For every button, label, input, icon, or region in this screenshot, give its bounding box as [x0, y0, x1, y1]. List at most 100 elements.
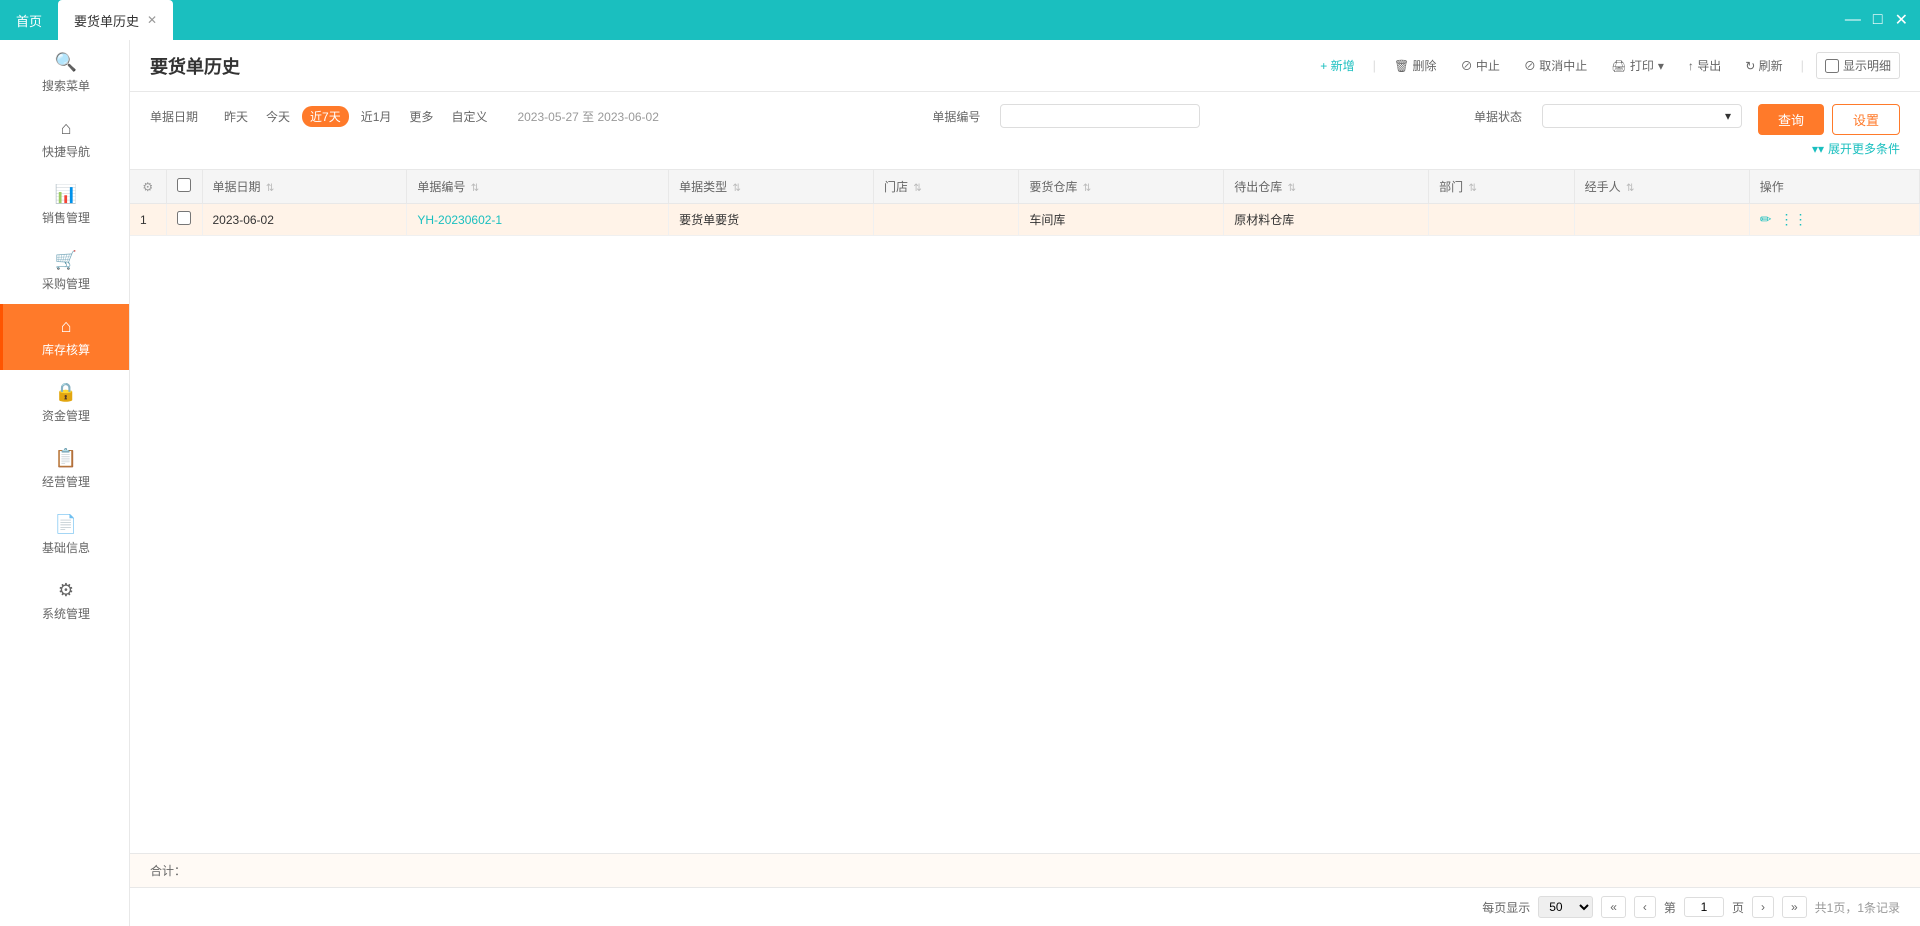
date-range-text: 2023-05-27 至 2023-06-02 [517, 108, 658, 125]
setting-button[interactable]: 设置 [1832, 104, 1900, 135]
row-actions: ✏ ⋮⋮ [1749, 204, 1919, 236]
shortcut-yesterday[interactable]: 昨天 [218, 106, 254, 127]
tab-close-icon[interactable]: ✕ [147, 13, 157, 27]
order-no-input[interactable] [1000, 104, 1200, 128]
row-order-no: YH-20230602-1 [407, 204, 669, 236]
shortcut-more[interactable]: 更多 [403, 106, 439, 127]
minimize-icon[interactable]: — [1845, 11, 1861, 29]
more-icon[interactable]: ⋮⋮ [1779, 211, 1807, 228]
top-bar: 首页 要货单历史 ✕ — □ ✕ [0, 0, 1920, 40]
print-button[interactable]: 🖨 打印 ▾ [1605, 53, 1670, 78]
sort-department-icon[interactable]: ⇅ [1469, 183, 1477, 194]
sort-order-type-icon[interactable]: ⇅ [732, 183, 740, 194]
row-req-warehouse: 车间库 [1019, 204, 1224, 236]
col-action: 操作 [1749, 170, 1919, 204]
status-select[interactable]: ▾ [1542, 104, 1742, 128]
sort-req-warehouse-icon[interactable]: ⇅ [1083, 183, 1091, 194]
content-area: 要货单历史 + 新增 | 🗑 删除 ⊘ 中止 ⊘ 取消中止 🖨 打印 ▾ ↑ 导… [130, 40, 1920, 926]
date-filter-label: 单据日期 [150, 108, 198, 125]
col-order-no: 单据编号 ⇅ [407, 170, 669, 204]
sidebar-item-purchase-label: 采购管理 [42, 275, 90, 292]
per-page-select[interactable]: 20 50 100 200 [1538, 896, 1593, 918]
first-page-button[interactable]: « [1601, 896, 1626, 918]
operations-icon: 📋 [55, 448, 77, 469]
sort-store-icon[interactable]: ⇅ [913, 183, 921, 194]
delete-button[interactable]: 🗑 删除 [1388, 53, 1443, 78]
sidebar-item-nav[interactable]: ⌂ 快捷导航 [0, 106, 129, 172]
sidebar-item-finance-label: 资金管理 [42, 407, 90, 424]
col-order-type: 单据类型 ⇅ [669, 170, 874, 204]
display-detail-button[interactable]: 显示明细 [1816, 52, 1900, 79]
export-button[interactable]: ↑ 导出 [1682, 53, 1727, 78]
last-page-button[interactable]: » [1782, 896, 1807, 918]
sidebar-item-basic-info[interactable]: 📄 基础信息 [0, 502, 129, 568]
cancel-stop-button[interactable]: ⊘ 取消中止 [1518, 53, 1593, 78]
order-no-link[interactable]: YH-20230602-1 [417, 213, 502, 227]
expand-button[interactable]: ▾▾ 展开更多条件 [1812, 140, 1900, 157]
col-store: 门店 ⇅ [873, 170, 1018, 204]
next-page-button[interactable]: › [1752, 896, 1774, 918]
shortcut-1month[interactable]: 近1月 [355, 106, 398, 127]
sidebar-item-inventory-label: 库存核算 [42, 341, 90, 358]
sidebar-item-sales-label: 销售管理 [42, 209, 90, 226]
pagination: 每页显示 20 50 100 200 « ‹ 第 页 › » 共1页，1条记录 [130, 887, 1920, 926]
stop-button[interactable]: ⊘ 中止 [1455, 53, 1506, 78]
data-table: ⚙ 单据日期 ⇅ 单据编号 ⇅ [130, 170, 1920, 236]
row-checkbox[interactable] [177, 211, 191, 225]
row-checkbox-cell [166, 204, 202, 236]
tab-order-history[interactable]: 要货单历史 ✕ [58, 0, 173, 40]
shortcut-custom[interactable]: 自定义 [445, 106, 493, 127]
row-order-type: 要货单要货 [669, 204, 874, 236]
page-number-input[interactable] [1684, 897, 1724, 917]
table-footer: 合计： [130, 853, 1920, 887]
shortcut-today[interactable]: 今天 [260, 106, 296, 127]
sort-order-no-icon[interactable]: ⇅ [471, 183, 479, 194]
row-department [1429, 204, 1574, 236]
col-settings: ⚙ [130, 170, 166, 204]
add-button[interactable]: + 新增 [1314, 53, 1360, 78]
table-row: 1 2023-06-02 YH-20230602-1 要货单要货 车间库 原材料… [130, 204, 1920, 236]
sort-out-warehouse-icon[interactable]: ⇅ [1288, 183, 1296, 194]
toolbar: + 新增 | 🗑 删除 ⊘ 中止 ⊘ 取消中止 🖨 打印 ▾ ↑ 导出 ↻ 刷新… [1314, 52, 1900, 79]
sidebar-item-inventory[interactable]: ⌂ 库存核算 [0, 304, 129, 370]
sidebar-item-search-label: 搜索菜单 [42, 77, 90, 94]
current-page-label: 第 [1664, 899, 1676, 916]
finance-icon: 🔒 [55, 382, 77, 403]
sort-handler-icon[interactable]: ⇅ [1626, 183, 1634, 194]
row-index: 1 [130, 204, 166, 236]
footer-total-label: 合计： [150, 862, 186, 879]
col-checkbox [166, 170, 202, 204]
row-handler [1574, 204, 1749, 236]
action-icons: ✏ ⋮⋮ [1760, 211, 1909, 228]
print-dropdown-icon[interactable]: ▾ [1658, 59, 1664, 73]
sidebar-item-finance[interactable]: 🔒 资金管理 [0, 370, 129, 436]
sidebar-item-operations[interactable]: 📋 经营管理 [0, 436, 129, 502]
tab-home[interactable]: 首页 [0, 0, 58, 40]
prev-page-button[interactable]: ‹ [1634, 896, 1656, 918]
maximize-icon[interactable]: □ [1873, 11, 1883, 29]
display-detail-checkbox[interactable] [1825, 59, 1839, 73]
window-controls: — □ ✕ [1845, 10, 1920, 30]
sidebar: 🔍 搜索菜单 ⌂ 快捷导航 📊 销售管理 🛒 采购管理 ⌂ 库存核算 🔒 资金管… [0, 40, 130, 926]
query-button[interactable]: 查询 [1758, 104, 1824, 135]
close-window-icon[interactable]: ✕ [1895, 10, 1908, 30]
select-all-checkbox[interactable] [177, 178, 191, 192]
sidebar-item-search[interactable]: 🔍 搜索菜单 [0, 40, 129, 106]
sidebar-item-system-label: 系统管理 [42, 605, 90, 622]
table-area: ⚙ 单据日期 ⇅ 单据编号 ⇅ [130, 170, 1920, 853]
page-header: 要货单历史 + 新增 | 🗑 删除 ⊘ 中止 ⊘ 取消中止 🖨 打印 ▾ ↑ 导… [130, 40, 1920, 92]
sidebar-item-sales[interactable]: 📊 销售管理 [0, 172, 129, 238]
display-detail-label: 显示明细 [1843, 57, 1891, 74]
sidebar-item-purchase[interactable]: 🛒 采购管理 [0, 238, 129, 304]
edit-icon[interactable]: ✏ [1760, 211, 1772, 228]
per-page-label: 每页显示 [1482, 899, 1530, 916]
column-settings-icon[interactable]: ⚙ [142, 180, 153, 194]
sidebar-item-nav-label: 快捷导航 [42, 143, 90, 160]
sidebar-item-system[interactable]: ⚙ 系统管理 [0, 568, 129, 634]
shortcut-7days[interactable]: 近7天 [302, 106, 349, 127]
tab-home-label: 首页 [16, 11, 42, 30]
expand-label: 展开更多条件 [1828, 140, 1900, 157]
total-info: 共1页，1条记录 [1815, 899, 1900, 916]
refresh-button[interactable]: ↻ 刷新 [1739, 53, 1788, 78]
sort-date-icon[interactable]: ⇅ [266, 183, 274, 194]
